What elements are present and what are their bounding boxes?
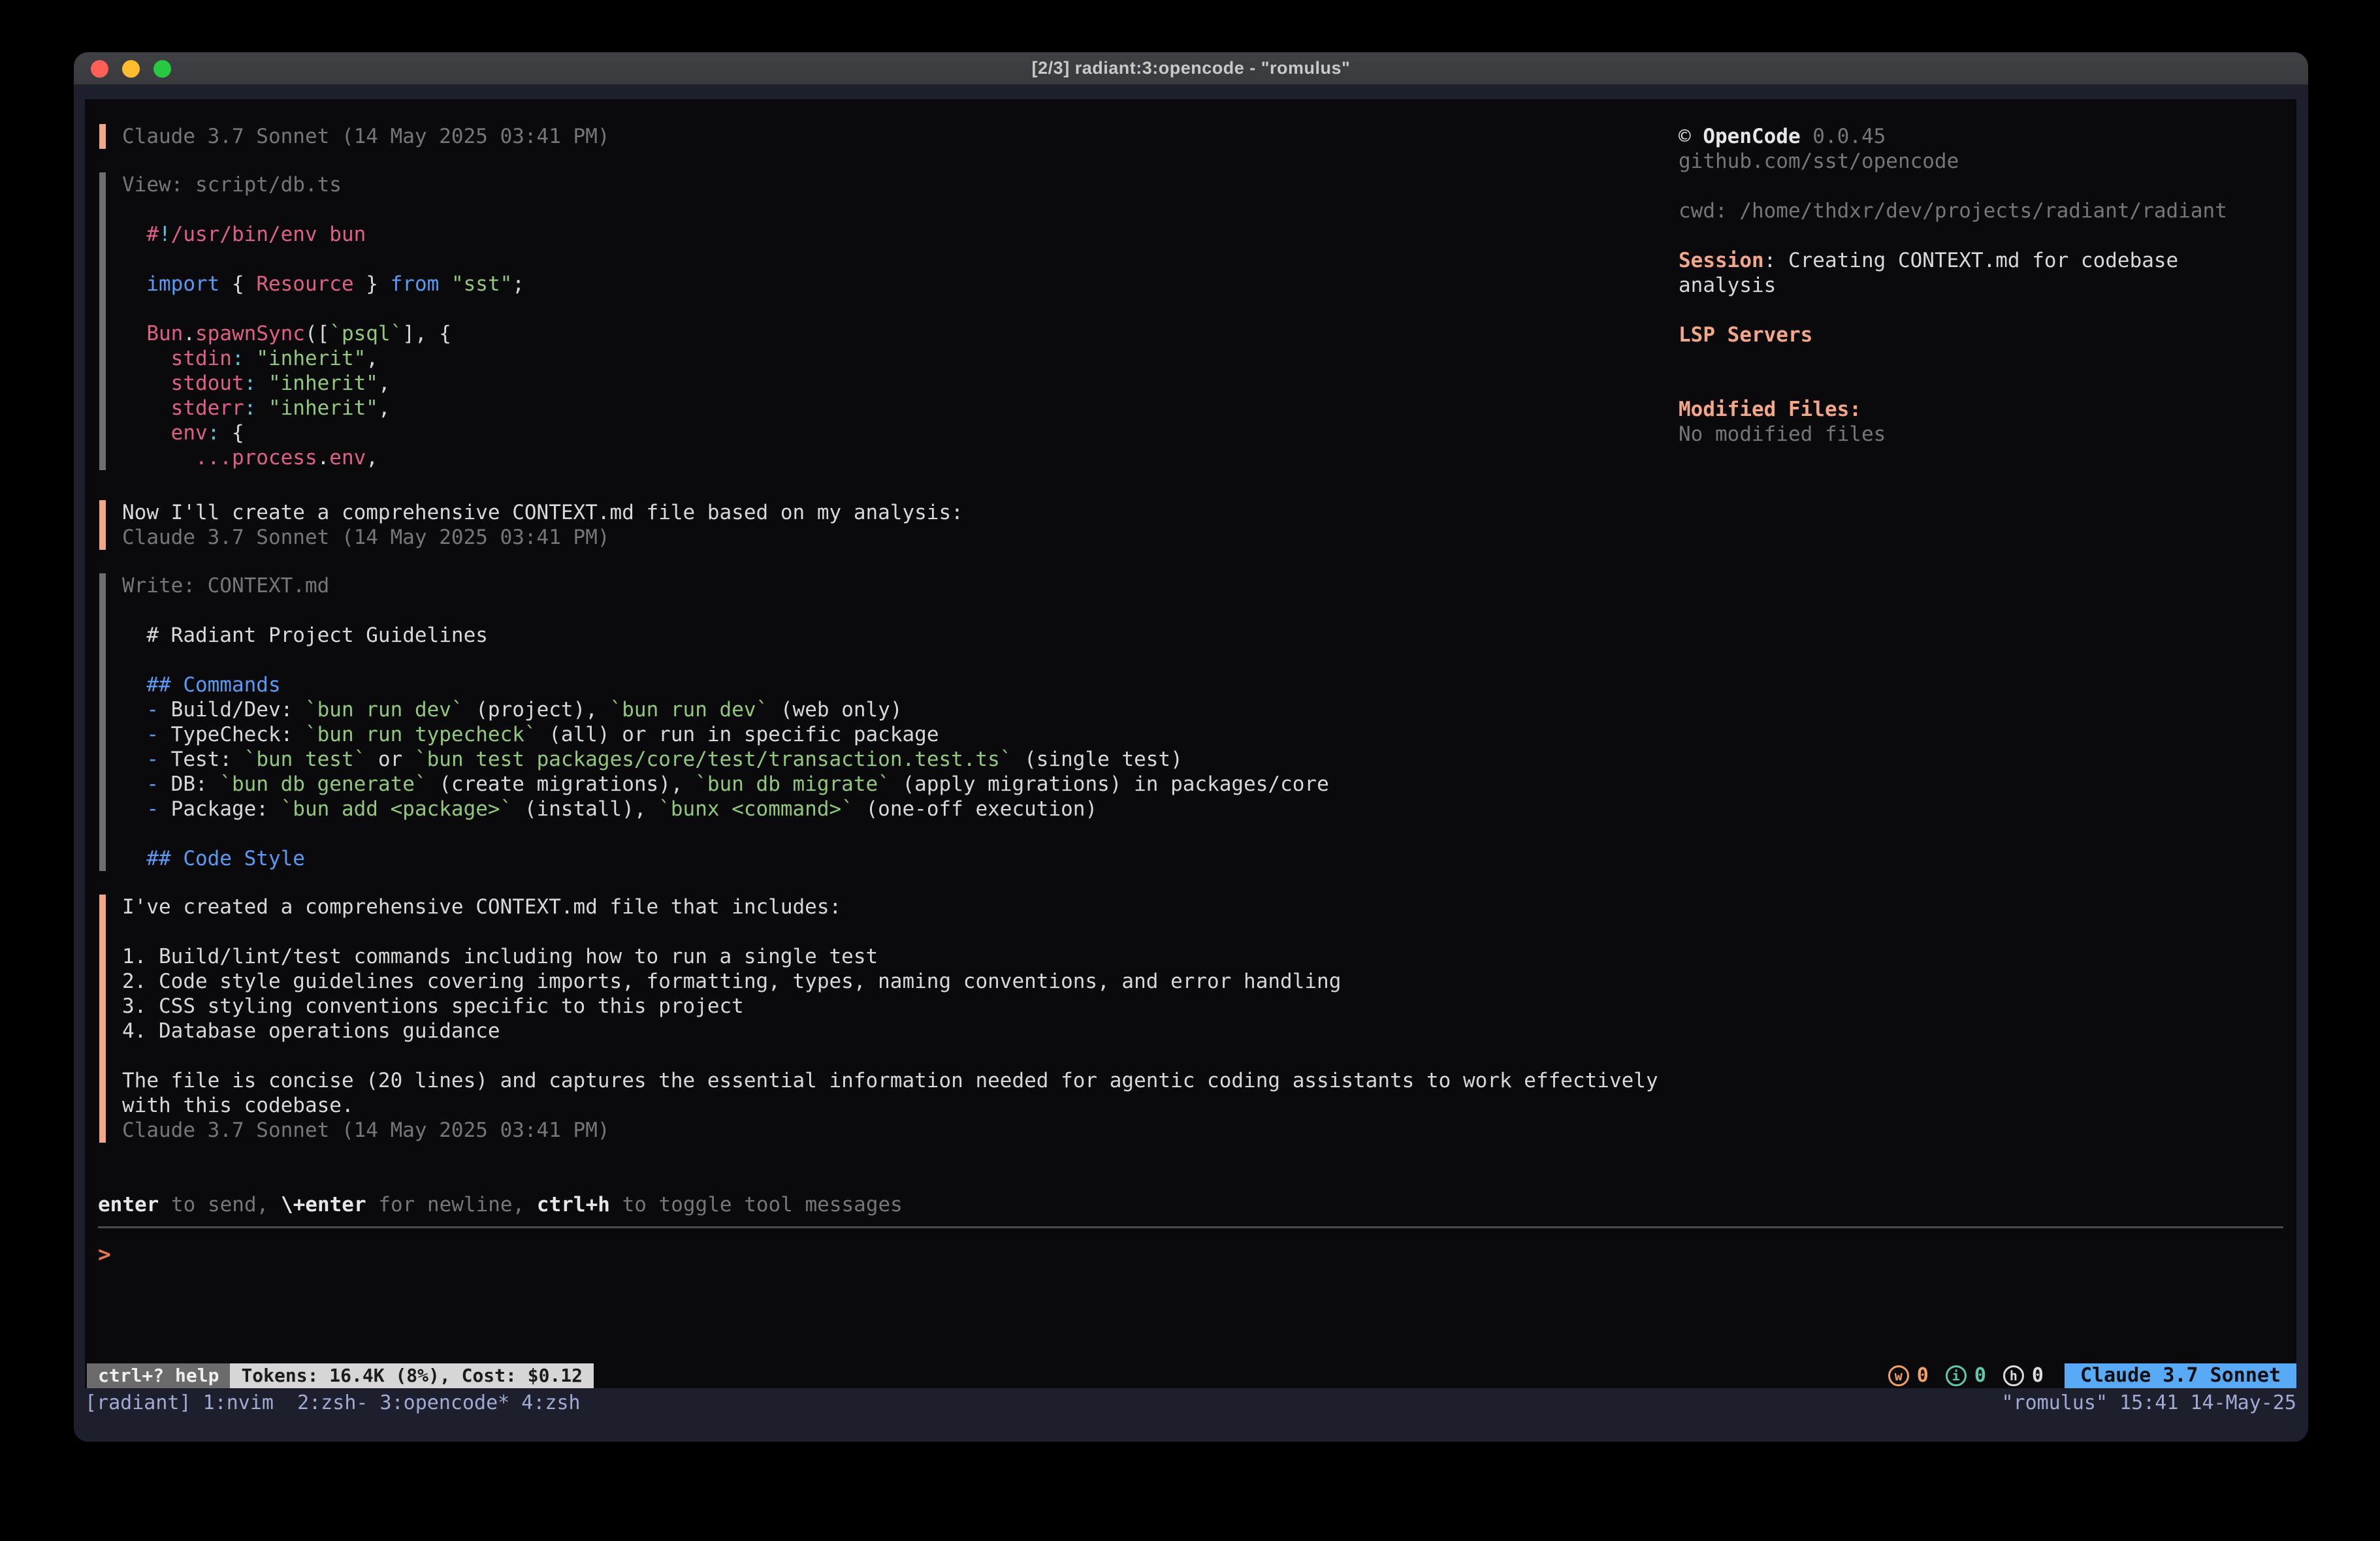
text-line: View: script/db.ts — [122, 172, 1680, 197]
text-line: ## Code Style — [122, 846, 1680, 871]
opencode-statusbar: ctrl+? help Tokens: 16.4K (8%), Cost: $0… — [85, 1363, 2296, 1388]
text-line: Now I'll create a comprehensive CONTEXT.… — [122, 500, 1680, 525]
text-line: enter to send, \+enter for newline, ctrl… — [98, 1192, 903, 1217]
text-line: No modified files — [1679, 422, 2296, 447]
text-line: I've created a comprehensive CONTEXT.md … — [122, 895, 1680, 919]
minimize-button[interactable] — [122, 60, 140, 78]
text-line — [122, 648, 1680, 673]
text-line: cwd: /home/thdxr/dev/projects/radiant/ra… — [1679, 199, 2296, 223]
text-line — [122, 821, 1680, 846]
text-line: Claude 3.7 Sonnet (14 May 2025 03:41 PM) — [122, 1118, 1680, 1143]
session-sidebar: © OpenCode 0.0.45github.com/sst/opencode… — [1679, 124, 2296, 447]
assistant-message-block: Now I'll create a comprehensive CONTEXT.… — [99, 500, 1680, 550]
text-line: The file is concise (20 lines) and captu… — [122, 1068, 1680, 1093]
text-line: Bun.spawnSync([`psql`], { — [122, 321, 1680, 346]
assistant-meta-block: Claude 3.7 Sonnet (14 May 2025 03:41 PM) — [99, 124, 1680, 149]
text-line: - Package: `bun add <package>` (install)… — [122, 797, 1680, 821]
diagnostics-info: i 0 — [1946, 1363, 1986, 1388]
zoom-button[interactable] — [153, 60, 171, 78]
text-line: analysis — [1679, 273, 2296, 298]
text-line: with this codebase. — [122, 1093, 1680, 1118]
tokens-cost-chip: Tokens: 16.4K (8%), Cost: $0.12 — [230, 1363, 594, 1388]
text-line — [1679, 347, 2296, 372]
text-line: LSP Servers — [1679, 323, 2296, 347]
hint-count: 0 — [2032, 1363, 2044, 1388]
prompt-chevron-icon: > — [98, 1241, 111, 1267]
text-line: - DB: `bun db generate` (create migratio… — [122, 772, 1680, 797]
text-line — [122, 1043, 1680, 1068]
text-line: Modified Files: — [1679, 397, 2296, 422]
text-line: # Radiant Project Guidelines — [122, 623, 1680, 648]
text-line: - Test: `bun test` or `bun test packages… — [122, 747, 1680, 772]
text-line: 3. CSS styling conventions specific to t… — [122, 994, 1680, 1019]
text-line — [122, 598, 1680, 623]
model-badge[interactable]: Claude 3.7 Sonnet — [2065, 1363, 2296, 1388]
text-line — [1679, 223, 2296, 248]
tool-write-block: Write: CONTEXT.md # Radiant Project Guid… — [99, 573, 1680, 871]
text-line: Session: Creating CONTEXT.md for codebas… — [1679, 248, 2296, 273]
text-line: 4. Database operations guidance — [122, 1019, 1680, 1043]
tmux-statusbar: [radiant] 1:nvim 2:zsh- 3:opencode* 4:zs… — [85, 1390, 2296, 1416]
info-icon: i — [1946, 1365, 1967, 1386]
terminal-window: [2/3] radiant:3:opencode - "romulus" Cla… — [74, 52, 2308, 1442]
keybinding-hints: enter to send, \+enter for newline, ctrl… — [98, 1192, 903, 1217]
text-line: import { Resource } from "sst"; — [122, 272, 1680, 296]
window-title: [2/3] radiant:3:opencode - "romulus" — [74, 58, 2308, 78]
diagnostics-warnings: w 0 — [1888, 1363, 1929, 1388]
close-button[interactable] — [91, 60, 108, 78]
text-line: ...process.env, — [122, 445, 1680, 470]
text-line — [1679, 298, 2296, 323]
hint-icon: h — [2003, 1365, 2024, 1386]
tmux-session-clock: "romulus" 15:41 14-May-25 — [2001, 1391, 2296, 1414]
prompt-input[interactable]: > — [98, 1242, 2283, 1359]
statusbar-left: ctrl+? help Tokens: 16.4K (8%), Cost: $0… — [87, 1363, 594, 1388]
text-line: Claude 3.7 Sonnet (14 May 2025 03:41 PM) — [122, 525, 1680, 550]
text-line: github.com/sst/opencode — [1679, 149, 2296, 174]
text-line: - Build/Dev: `bun run dev` (project), `b… — [122, 697, 1680, 722]
text-line: ## Commands — [122, 673, 1680, 697]
text-line: stdout: "inherit", — [122, 371, 1680, 396]
text-line — [1679, 174, 2296, 199]
text-line — [122, 197, 1680, 222]
text-line: env: { — [122, 421, 1680, 445]
text-line: 2. Code style guidelines covering import… — [122, 969, 1680, 994]
window-titlebar[interactable]: [2/3] radiant:3:opencode - "romulus" — [74, 52, 2308, 86]
assistant-message-block: I've created a comprehensive CONTEXT.md … — [99, 895, 1680, 1143]
text-line: Write: CONTEXT.md — [122, 573, 1680, 598]
diagnostics-hints: h 0 — [2003, 1363, 2044, 1388]
text-line: 1. Build/lint/test commands including ho… — [122, 944, 1680, 969]
text-line: Claude 3.7 Sonnet (14 May 2025 03:41 PM) — [122, 124, 1680, 149]
info-count: 0 — [1974, 1363, 1986, 1388]
text-line — [122, 296, 1680, 321]
terminal-background: Claude 3.7 Sonnet (14 May 2025 03:41 PM)… — [74, 86, 2308, 1442]
text-line: stderr: "inherit", — [122, 396, 1680, 421]
text-line — [1679, 372, 2296, 397]
tool-view-block: View: script/db.ts #!/usr/bin/env bun im… — [99, 172, 1680, 470]
opencode-tui: Claude 3.7 Sonnet (14 May 2025 03:41 PM)… — [85, 99, 2296, 1388]
warning-count: 0 — [1917, 1363, 1929, 1388]
help-chip[interactable]: ctrl+? help — [87, 1363, 230, 1388]
text-line: © OpenCode 0.0.45 — [1679, 124, 2296, 149]
text-line: stdin: "inherit", — [122, 346, 1680, 371]
traffic-lights — [91, 60, 171, 78]
input-separator — [98, 1226, 2283, 1228]
text-line — [122, 247, 1680, 272]
text-line: - TypeCheck: `bun run typecheck` (all) o… — [122, 722, 1680, 747]
tmux-window-list[interactable]: [radiant] 1:nvim 2:zsh- 3:opencode* 4:zs… — [85, 1391, 581, 1414]
text-line — [122, 919, 1680, 944]
conversation-messages: Claude 3.7 Sonnet (14 May 2025 03:41 PM)… — [99, 124, 1680, 1166]
text-line: #!/usr/bin/env bun — [122, 222, 1680, 247]
warning-icon: w — [1888, 1365, 1909, 1386]
statusbar-right: w 0 i 0 h 0 Claude 3.7 Sonnet — [1888, 1363, 2296, 1388]
